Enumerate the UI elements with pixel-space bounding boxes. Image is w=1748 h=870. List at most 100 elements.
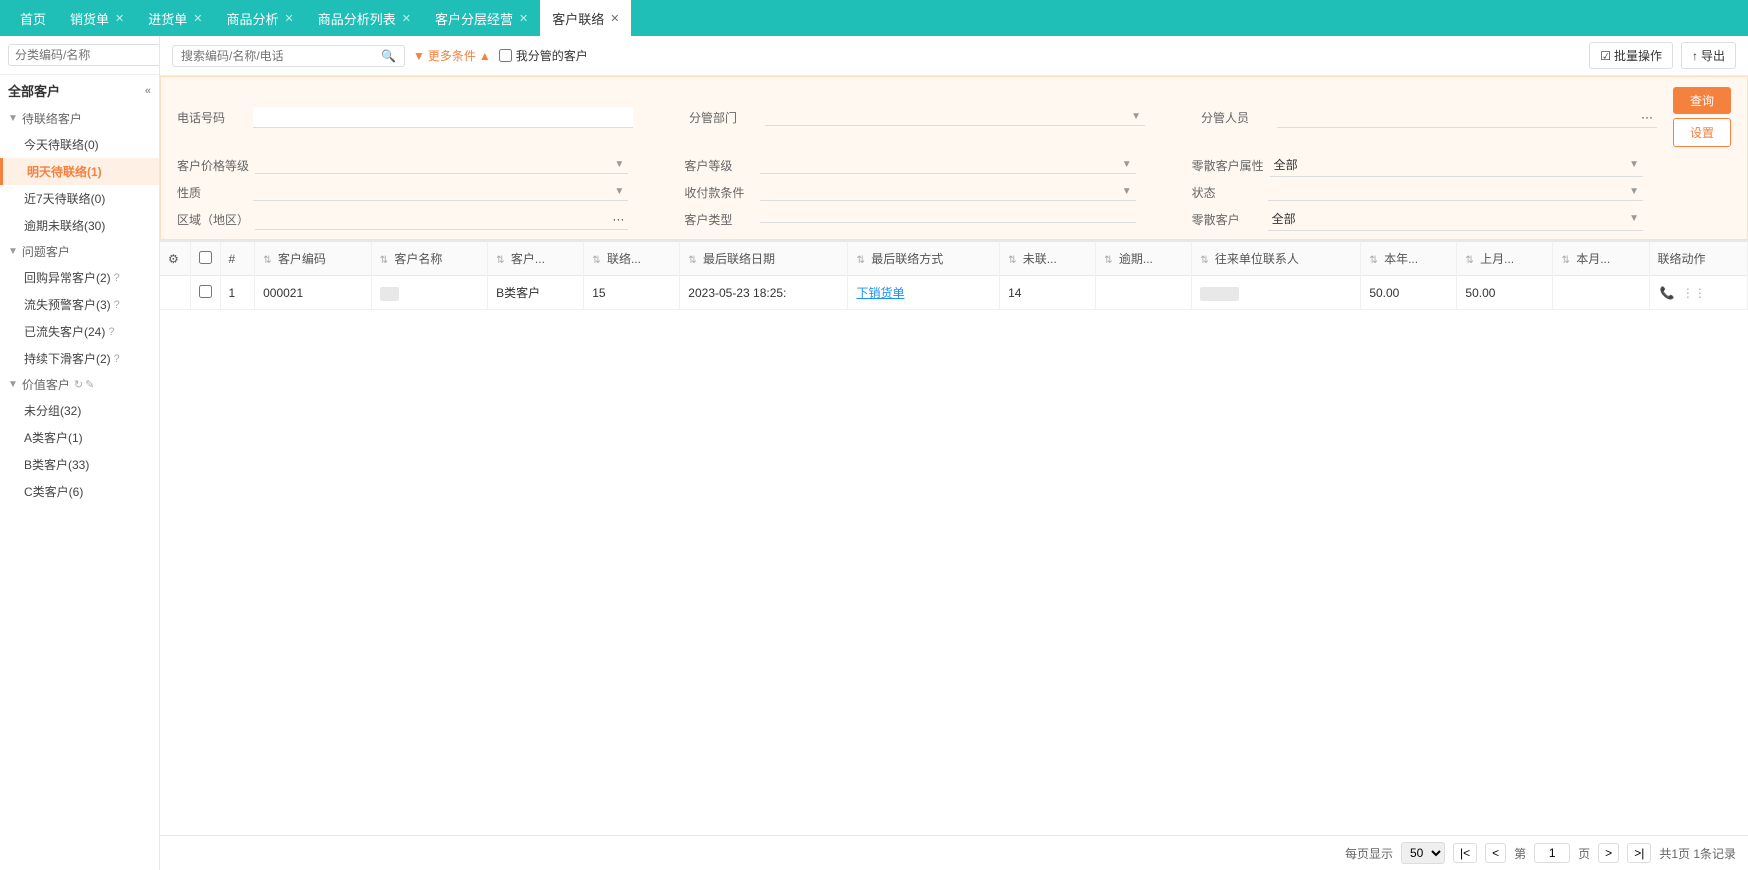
search-input[interactable] (181, 49, 381, 63)
filter-customer-type: 客户类型 (684, 211, 1135, 228)
sort-icon: ⇅ (263, 255, 271, 266)
sidebar-item-7days-contact[interactable]: 近7天待联络(0) (0, 185, 159, 212)
query-btn[interactable]: 查询 (1673, 87, 1731, 114)
sidebar-item-declining[interactable]: 持续下滑客户(2) ? (0, 345, 159, 372)
top-nav: 首页 销货单 ✕ 进货单 ✕ 商品分析 ✕ 商品分析列表 ✕ 客户分层经营 ✕ … (0, 0, 1748, 36)
sidebar-item-tomorrow-contact[interactable]: 明天待联络(1) (0, 158, 159, 185)
td-checkbox[interactable] (190, 276, 220, 310)
status-select[interactable]: ▼ (1268, 183, 1643, 201)
nav-product-analysis[interactable]: 商品分析 ✕ (214, 0, 305, 36)
close-icon[interactable]: ✕ (519, 12, 528, 25)
td-last-contact-method[interactable]: 下销货单 (848, 276, 1000, 310)
chevron-left-icon: « (145, 85, 151, 97)
sidebar-item-churned[interactable]: 已流失客户(24) ? (0, 318, 159, 345)
filter-panel: 电话号码 分管部门 ▼ 分管人员 (160, 76, 1748, 240)
person-select[interactable]: ··· (1277, 107, 1657, 128)
th-contact-person[interactable]: ⇅ 往来单位联系人 (1192, 242, 1361, 276)
td-overdue (1096, 276, 1192, 310)
more-conditions-btn[interactable]: ▼ 更多条件 ▲ (413, 47, 491, 64)
gender-select[interactable]: ▼ (253, 183, 628, 201)
sidebar-item-churn-warning[interactable]: 流失预警客户(3) ? (0, 291, 159, 318)
nav-sales-order[interactable]: 销货单 ✕ (58, 0, 136, 36)
th-customer-name[interactable]: ⇅ 客户名称 (371, 242, 488, 276)
per-page-select[interactable]: 50 (1401, 842, 1445, 864)
th-this-month[interactable]: ⇅ 本月... (1553, 242, 1649, 276)
phone-input[interactable] (253, 107, 633, 128)
sidebar-item-class-b[interactable]: B类客户(33) (0, 451, 159, 478)
nav-product-analysis-list[interactable]: 商品分析列表 ✕ (306, 0, 423, 36)
close-icon[interactable]: ✕ (193, 12, 202, 25)
th-last-contact-method[interactable]: ⇅ 最后联络方式 (848, 242, 1000, 276)
page-last-btn[interactable]: >| (1627, 843, 1651, 863)
close-icon[interactable]: ✕ (610, 12, 619, 25)
payment-select[interactable]: ▼ (760, 183, 1135, 201)
th-checkbox[interactable] (190, 242, 220, 276)
th-last-contact-date[interactable]: ⇅ 最后联络日期 (680, 242, 848, 276)
filter-person: 分管人员 ··· (1201, 107, 1657, 128)
page-input[interactable] (1534, 843, 1570, 863)
phone-action-icon[interactable]: 📞 (1660, 286, 1675, 300)
my-customers-checkbox-label[interactable]: 我分管的客户 (499, 47, 588, 64)
chevron-down-icon: ▼ (1629, 213, 1639, 224)
dept-select[interactable]: ▼ (765, 108, 1145, 126)
checkbox-icon: ☑ (1600, 49, 1611, 63)
refresh-icon[interactable]: ↻ (74, 378, 83, 391)
nav-customer-contact[interactable]: 客户联络 ✕ (540, 0, 631, 36)
my-customers-checkbox[interactable] (499, 49, 512, 62)
sidebar-item-class-a[interactable]: A类客户(1) (0, 424, 159, 451)
retail-attr-select[interactable]: 全部 ▼ (1270, 153, 1643, 177)
th-customer-type[interactable]: ⇅ 客户... (488, 242, 584, 276)
td-customer-type: B类客户 (488, 276, 584, 310)
export-btn[interactable]: ↑ 导出 (1681, 42, 1736, 69)
sidebar-item-today-contact[interactable]: 今天待联络(0) (0, 131, 159, 158)
search-icon[interactable]: 🔍 (381, 49, 396, 63)
retail-customer-select[interactable]: 全部 ▼ (1268, 207, 1643, 231)
th-overdue[interactable]: ⇅ 逾期... (1096, 242, 1192, 276)
th-this-year[interactable]: ⇅ 本年... (1361, 242, 1457, 276)
more-icon: ··· (612, 212, 624, 226)
customer-level-select[interactable]: ▼ (760, 156, 1135, 174)
bulk-operation-btn[interactable]: ☑ 批量操作 (1589, 42, 1673, 69)
edit-icon[interactable]: ✎ (85, 378, 94, 391)
customer-type-select[interactable] (760, 216, 1135, 223)
sidebar-item-repurchase-abnormal[interactable]: 回购异常客户(2) ? (0, 264, 159, 291)
sidebar-item-overdue-contact[interactable]: 逾期未联络(30) (0, 212, 159, 239)
nav-purchase-order[interactable]: 进货单 ✕ (136, 0, 214, 36)
td-action: 📞 ⋮⋮ (1649, 276, 1747, 310)
close-icon[interactable]: ✕ (402, 12, 411, 25)
toolbar: 🔍 ▼ 更多条件 ▲ 我分管的客户 ☑ 批量操作 ↑ 导出 (160, 36, 1748, 76)
reset-btn[interactable]: 设置 (1673, 118, 1731, 147)
th-contact-count[interactable]: ⇅ 联络... (584, 242, 680, 276)
sort-icon: ⇅ (1008, 255, 1016, 266)
nav-customer-segment[interactable]: 客户分层经营 ✕ (423, 0, 540, 36)
filter-phone: 电话号码 (177, 107, 633, 128)
select-all-checkbox[interactable] (199, 251, 212, 264)
sidebar-item-ungrouped[interactable]: 未分组(32) (0, 397, 159, 424)
td-customer-code: 000021 (255, 276, 372, 310)
nav-home[interactable]: 首页 (8, 0, 58, 36)
close-icon[interactable]: ✕ (115, 12, 124, 25)
page-first-btn[interactable]: |< (1453, 843, 1477, 863)
th-last-month[interactable]: ⇅ 上月... (1457, 242, 1553, 276)
td-this-year: 50.00 (1361, 276, 1457, 310)
filter-actions: 查询 设置 (1673, 87, 1731, 147)
sidebar-group-value: ▼ 价值客户 ↻ ✎ (0, 372, 159, 397)
sort-icon: ⇅ (1369, 255, 1377, 266)
page-next-btn[interactable]: > (1598, 843, 1619, 863)
sidebar-search-input[interactable] (8, 44, 160, 66)
th-customer-code[interactable]: ⇅ 客户编码 (255, 242, 372, 276)
more-action-icon[interactable]: ⋮⋮ (1682, 286, 1706, 300)
customer-value-level-select[interactable]: ▼ (255, 156, 628, 174)
close-icon[interactable]: ✕ (285, 12, 294, 25)
row-checkbox[interactable] (199, 285, 212, 298)
th-settings[interactable]: ⚙ (160, 242, 190, 276)
settings-icon[interactable]: ⚙ (168, 252, 179, 266)
sort-icon: ⇅ (1200, 255, 1208, 266)
sort-icon: ⇅ (1561, 255, 1569, 266)
sidebar-all-customers[interactable]: 全部客户 « (0, 75, 159, 106)
region-select[interactable]: ··· (255, 209, 628, 230)
arrow-down-icon: ▼ (8, 113, 18, 124)
sidebar-item-class-c[interactable]: C类客户(6) (0, 478, 159, 505)
th-uncontacted[interactable]: ⇅ 未联... (1000, 242, 1096, 276)
page-prev-btn[interactable]: < (1485, 843, 1506, 863)
